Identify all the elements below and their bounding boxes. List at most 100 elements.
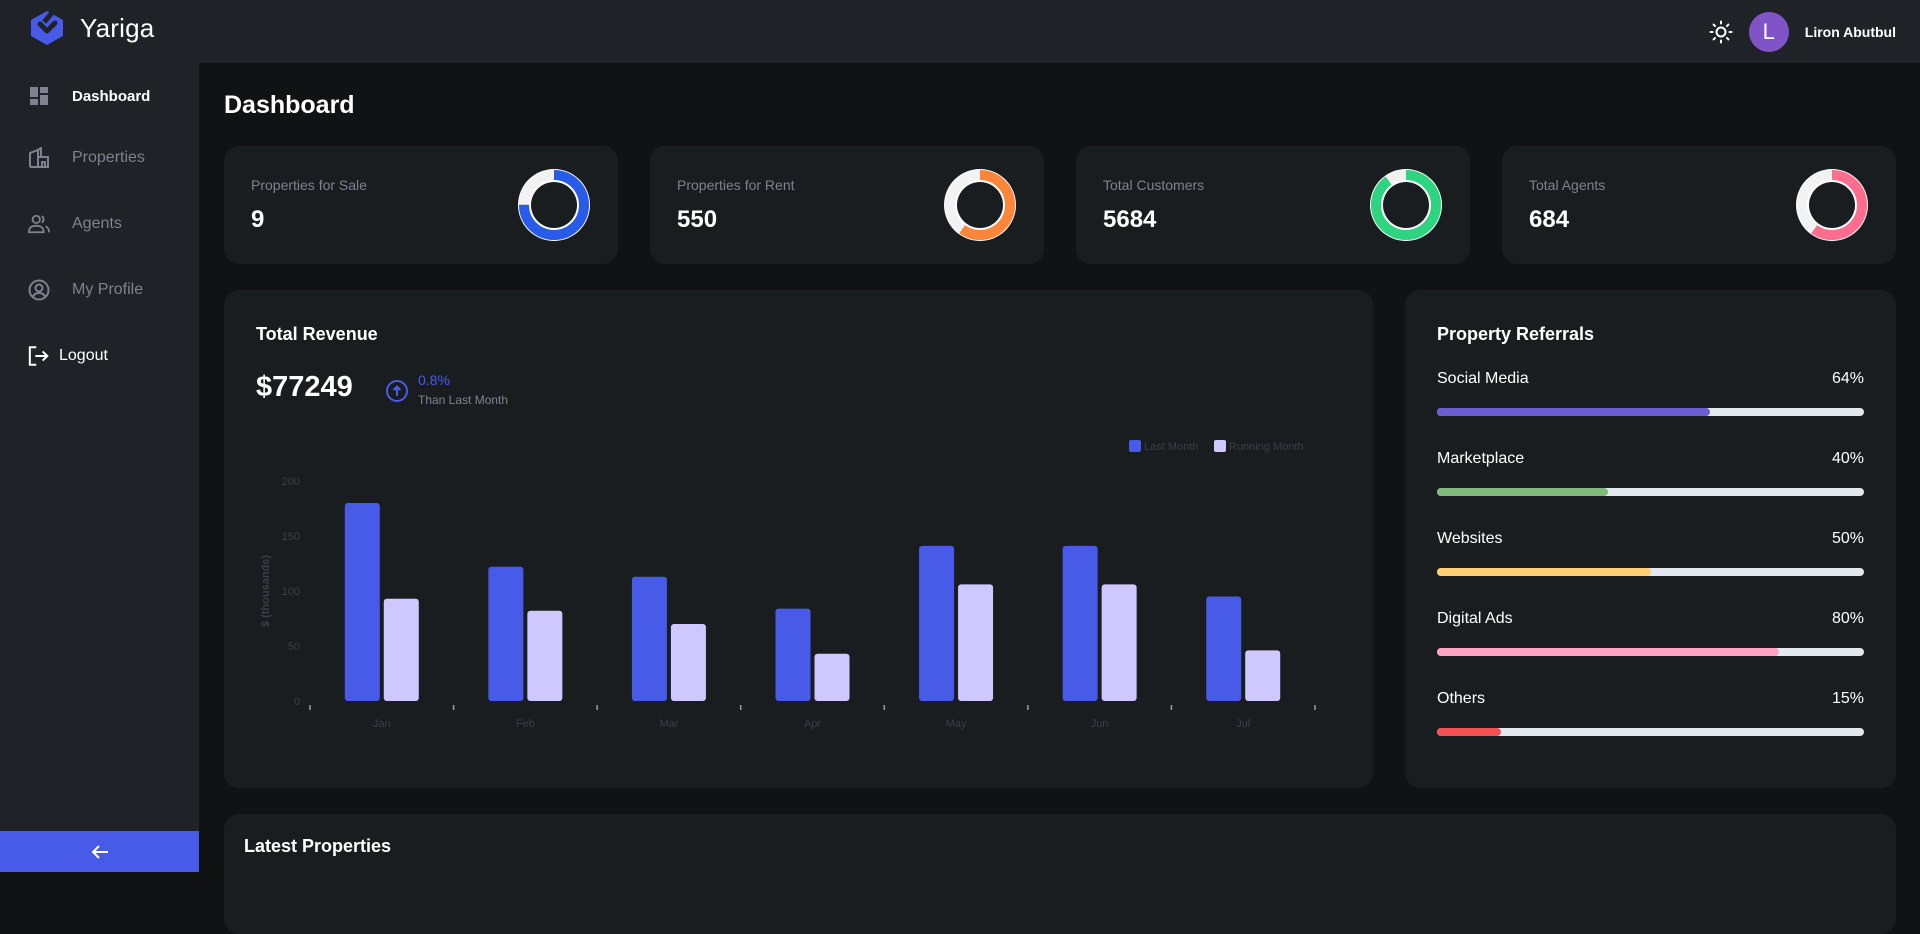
user-name: Liron Abutbul xyxy=(1804,24,1896,40)
sidebar-item-agents[interactable]: Agents xyxy=(28,209,122,239)
app-name: Yariga xyxy=(80,12,155,43)
y-tick-label: 200 xyxy=(282,476,300,488)
x-tick-label: Jun xyxy=(1091,718,1109,730)
legend-swatch xyxy=(1129,440,1141,452)
stat-donut-chart xyxy=(944,169,1016,241)
sidebar-item-label: Logout xyxy=(59,347,108,364)
referral-row: Marketplace 40% xyxy=(1437,450,1864,496)
app-logo[interactable]: Yariga xyxy=(28,10,154,46)
referral-label: Others xyxy=(1437,690,1486,707)
user-avatar[interactable]: L xyxy=(1748,12,1789,52)
x-tick-label: Feb xyxy=(516,718,535,730)
bar-running-month[interactable] xyxy=(670,624,706,701)
referral-progress-track xyxy=(1437,648,1864,656)
sun-icon[interactable] xyxy=(1709,20,1733,44)
people-icon xyxy=(28,213,50,235)
referral-progress-fill xyxy=(1437,408,1711,416)
total-revenue-card: Total Revenue $77249 0.8% Than Last Mont… xyxy=(224,290,1373,788)
referral-progress-track xyxy=(1437,488,1864,496)
stat-label: Total Customers xyxy=(1103,177,1205,193)
sidebar-item-label: My Profile xyxy=(72,281,144,298)
referral-progress-track xyxy=(1437,568,1864,576)
stat-label: Total Agents xyxy=(1529,177,1606,193)
referral-progress-fill xyxy=(1437,648,1779,656)
dashboard-grid-icon xyxy=(28,85,50,107)
user-circle-icon xyxy=(28,279,50,301)
legend-label[interactable]: Running Month xyxy=(1229,441,1304,453)
referral-percent: 80% xyxy=(1831,610,1864,627)
legend-label[interactable]: Last Month xyxy=(1144,441,1198,453)
revenue-bar-chart: 0 50 100 150 200 $ (thousands) Jan Feb Mar Apr May… xyxy=(260,440,1316,730)
x-tick-label: Jul xyxy=(1236,718,1250,730)
referral-percent: 40% xyxy=(1831,450,1864,467)
bar-running-month[interactable] xyxy=(383,598,419,701)
sidebar-item-logout[interactable]: Logout xyxy=(28,341,108,371)
x-tick-label: Mar xyxy=(659,718,678,730)
y-tick-label: 0 xyxy=(294,696,300,708)
referral-label: Digital Ads xyxy=(1437,610,1513,627)
bar-last-month[interactable] xyxy=(775,608,811,701)
x-tick-label: Jan xyxy=(373,718,391,730)
referral-row: Digital Ads 80% xyxy=(1437,610,1864,656)
referral-percent: 64% xyxy=(1831,370,1864,387)
bar-running-month[interactable] xyxy=(527,610,563,701)
sidebar-collapse-button[interactable] xyxy=(0,831,199,872)
y-axis-label: $ (thousands) xyxy=(260,555,272,627)
donut-hole xyxy=(957,182,1003,228)
referral-percent: 50% xyxy=(1831,530,1864,547)
donut-hole xyxy=(531,182,577,228)
yariga-logo-icon xyxy=(31,10,63,45)
referral-label: Marketplace xyxy=(1437,450,1525,467)
referral-label: Websites xyxy=(1437,530,1503,547)
latest-properties-title: Latest Properties xyxy=(244,836,392,856)
y-tick-label: 50 xyxy=(288,641,300,653)
bar-last-month[interactable] xyxy=(344,503,380,701)
arrow-left-icon xyxy=(91,844,108,859)
stat-label: Properties for Sale xyxy=(251,177,367,193)
sidebar-item-dashboard[interactable]: Dashboard xyxy=(28,81,150,111)
property-referrals-card: Property Referrals Social Media 64% Market… xyxy=(1405,290,1896,788)
bar-last-month[interactable] xyxy=(488,566,524,701)
referral-progress-fill xyxy=(1437,568,1651,576)
top-header: Yariga L Liron Abutbul xyxy=(0,0,1920,63)
bar-last-month[interactable] xyxy=(1206,596,1242,702)
x-tick-label: May xyxy=(946,718,967,730)
referral-row: Others 15% xyxy=(1437,690,1864,736)
sidebar: Dashboard Properties Agents My Profile L… xyxy=(0,63,199,872)
legend-swatch xyxy=(1214,440,1226,452)
stat-label: Properties for Rent xyxy=(677,177,795,193)
stat-value: 9 xyxy=(251,206,265,233)
bar-last-month[interactable] xyxy=(631,576,667,701)
bar-running-month[interactable] xyxy=(958,584,994,701)
referral-percent: 15% xyxy=(1831,690,1864,707)
referral-label: Social Media xyxy=(1437,370,1529,387)
stat-donut-chart xyxy=(518,169,590,241)
main-content: Dashboard Properties for Sale 9 Properti… xyxy=(199,63,1920,934)
bar-last-month[interactable] xyxy=(919,545,955,701)
referral-progress-fill xyxy=(1437,728,1502,736)
referral-progress-track xyxy=(1437,728,1864,736)
referral-row: Websites 50% xyxy=(1437,530,1864,576)
sidebar-item-label: Dashboard xyxy=(72,87,151,105)
bar-running-month[interactable] xyxy=(814,653,850,701)
y-tick-label: 150 xyxy=(282,531,300,543)
logout-icon xyxy=(28,345,50,367)
sidebar-item-properties[interactable]: Properties xyxy=(28,143,145,173)
stat-card-properties-sale: Properties for Sale 9 xyxy=(224,146,618,264)
referral-row: Social Media 64% xyxy=(1437,370,1864,416)
stat-card-total-agents: Total Agents 684 xyxy=(1502,146,1896,264)
stat-card-properties-rent: Properties for Rent 550 xyxy=(650,146,1044,264)
bar-running-month[interactable] xyxy=(1245,650,1281,701)
page-title: Dashboard xyxy=(224,91,355,119)
sidebar-item-label: Properties xyxy=(72,149,145,166)
referrals-title: Property Referrals xyxy=(1437,324,1595,344)
stat-value: 550 xyxy=(677,206,718,233)
stat-donut-chart xyxy=(1370,169,1442,241)
stat-value: 5684 xyxy=(1103,206,1157,233)
sidebar-item-label: Agents xyxy=(72,215,122,232)
bar-last-month[interactable] xyxy=(1062,545,1098,701)
sidebar-item-my-profile[interactable]: My Profile xyxy=(28,275,143,305)
donut-hole xyxy=(1809,182,1855,228)
referral-progress-fill xyxy=(1437,488,1608,496)
bar-running-month[interactable] xyxy=(1101,584,1137,701)
